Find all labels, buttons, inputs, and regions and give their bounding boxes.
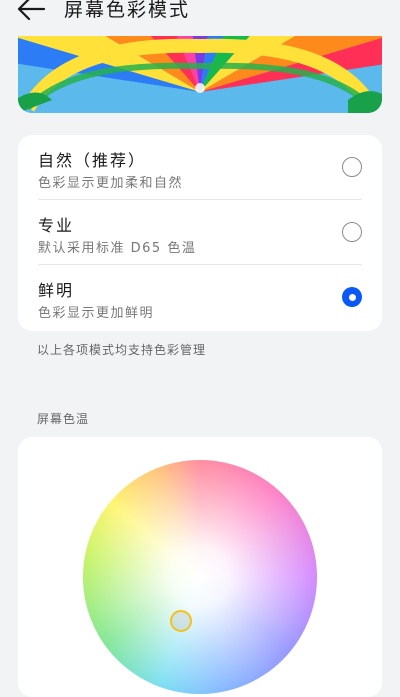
arrow-left-icon xyxy=(17,0,46,21)
mode-description: 色彩显示更加柔和自然 xyxy=(38,176,184,191)
preview-banner xyxy=(18,36,382,113)
parachute-image xyxy=(18,36,382,113)
radio-professional[interactable] xyxy=(342,222,362,242)
mode-title: 自然（推荐） xyxy=(38,151,147,170)
mode-description: 色彩显示更加鲜明 xyxy=(38,306,155,321)
back-button[interactable] xyxy=(14,0,48,24)
mode-description: 默认采用标准 D65 色温 xyxy=(38,241,197,256)
color-mode-card: 自然（推荐） 色彩显示更加柔和自然 专业 默认采用标准 D65 色温 鲜明 色彩… xyxy=(18,135,382,331)
mode-title: 专业 xyxy=(38,216,75,235)
color-picker-handle[interactable] xyxy=(170,610,192,632)
radio-vivid[interactable] xyxy=(342,287,362,307)
color-wheel[interactable] xyxy=(83,460,317,694)
modes-note: 以上各项模式均支持色彩管理 xyxy=(37,343,207,357)
mode-item-vivid[interactable]: 鲜明 色彩显示更加鲜明 xyxy=(18,265,382,330)
mode-item-natural[interactable]: 自然（推荐） 色彩显示更加柔和自然 xyxy=(18,135,382,200)
color-temperature-label: 屏幕色温 xyxy=(37,412,90,426)
color-temperature-card xyxy=(18,437,382,697)
radio-natural[interactable] xyxy=(342,157,362,177)
mode-title: 鲜明 xyxy=(38,281,75,300)
title-bar: 屏幕色彩模式 xyxy=(0,0,400,38)
mode-item-professional[interactable]: 专业 默认采用标准 D65 色温 xyxy=(18,200,382,265)
page-title: 屏幕色彩模式 xyxy=(64,0,191,21)
